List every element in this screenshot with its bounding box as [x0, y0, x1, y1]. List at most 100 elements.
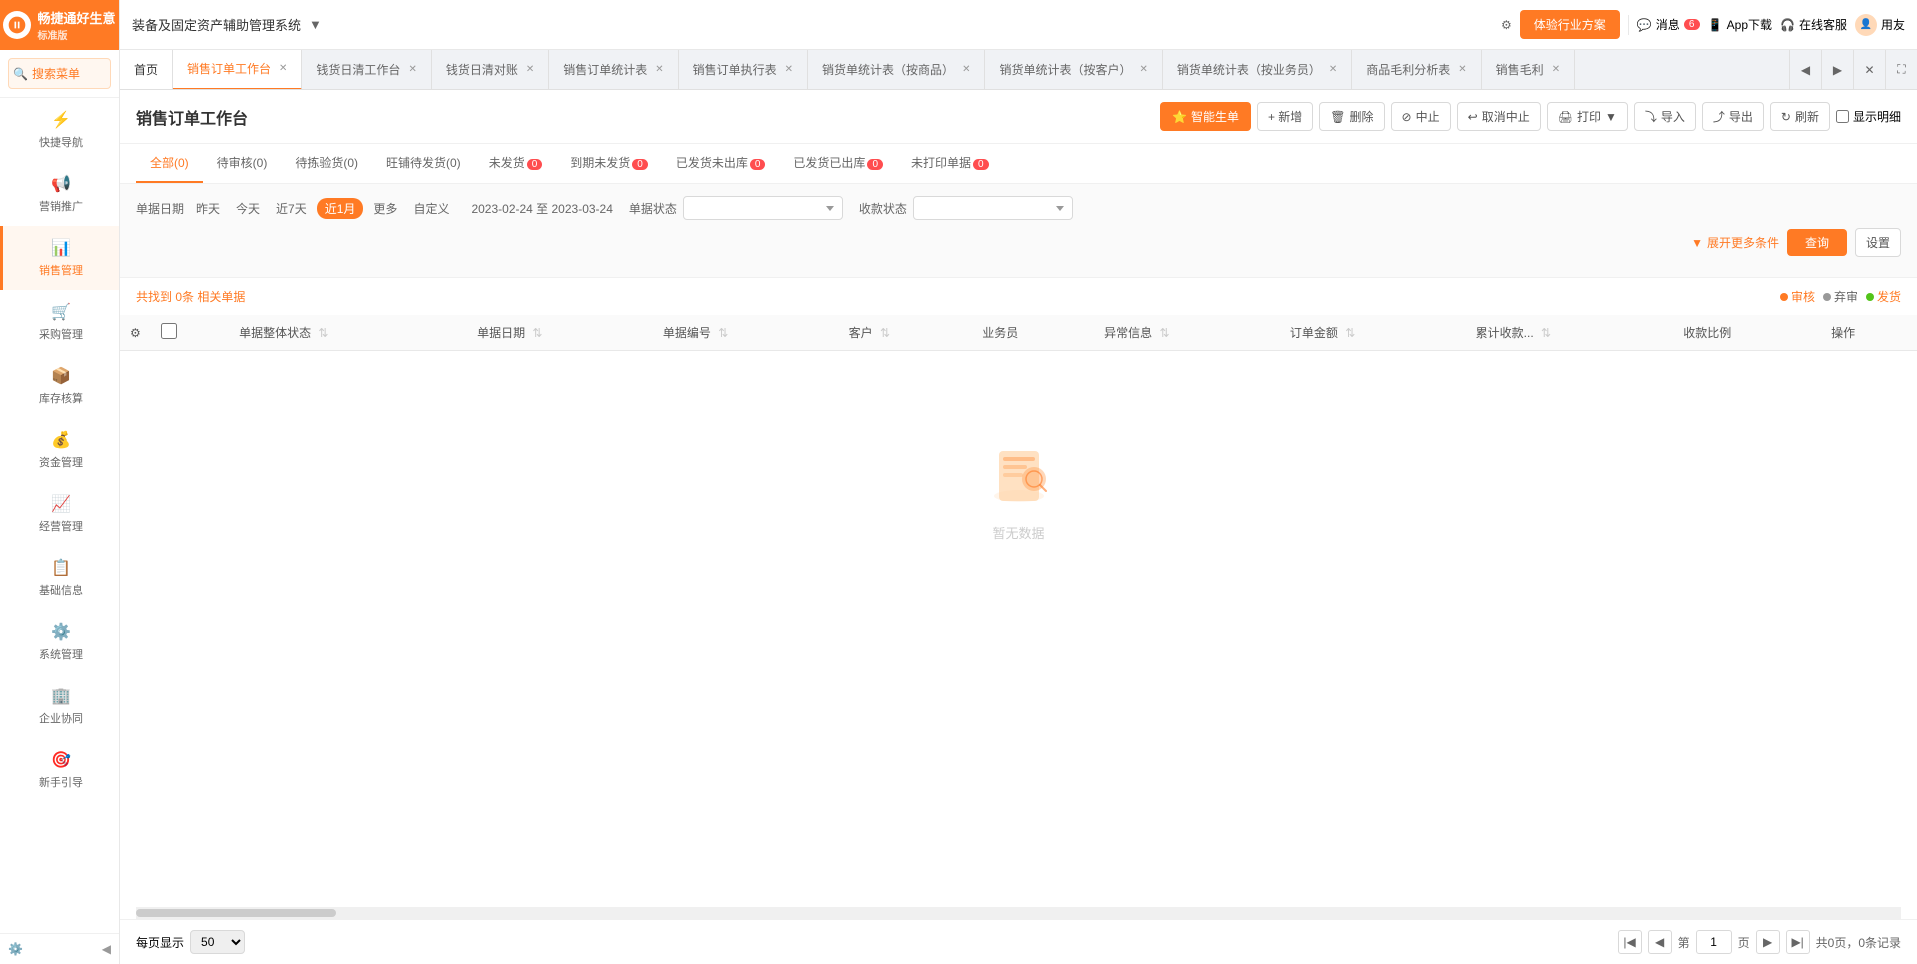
sidebar-item-operations[interactable]: 📈 经营管理 [0, 482, 119, 546]
import-btn[interactable]: ⤵ 导入 [1634, 102, 1696, 131]
tab-sales-exec[interactable]: 销售订单执行表 ✕ [679, 50, 808, 90]
finance-icon: 💰 [51, 430, 71, 450]
date-today-btn[interactable]: 今天 [230, 198, 266, 219]
ship-action-btn[interactable]: 发货 [1866, 288, 1901, 305]
subtab-shipped-warehoused[interactable]: 已发货已出库0 [779, 144, 897, 183]
select-all-checkbox[interactable] [161, 323, 177, 339]
tab-sales-by-salesman[interactable]: 销货单统计表（按业务员） ✕ [1163, 50, 1352, 90]
tab-close-icon-4[interactable]: ✕ [655, 64, 663, 75]
sidebar-item-enterprise[interactable]: 🏢 企业协同 [0, 674, 119, 738]
tab-sales-by-product[interactable]: 销货单统计表（按商品） ✕ [808, 50, 985, 90]
gear-icon[interactable]: ⚙ [130, 326, 141, 340]
app-download-action[interactable]: 📱 App下载 [1708, 16, 1772, 33]
tab-close-all-btn[interactable]: ✕ [1853, 50, 1885, 90]
collection-select[interactable] [913, 196, 1073, 220]
tab-close-icon[interactable]: ✕ [279, 63, 287, 74]
add-btn[interactable]: + 新增 [1257, 102, 1313, 131]
subtab-unprinted[interactable]: 未打印单据0 [897, 144, 1003, 183]
sort-date-icon[interactable]: ⇅ [532, 326, 542, 340]
horizontal-scrollbar[interactable] [136, 907, 1901, 919]
sidebar-item-guide[interactable]: 🎯 新手引导 [0, 738, 119, 802]
subtab-overdue-unshipped[interactable]: 到期未发货0 [556, 144, 662, 183]
tab-close-icon-7[interactable]: ✕ [1139, 64, 1147, 75]
tab-product-margin[interactable]: 商品毛利分析表 ✕ [1352, 50, 1481, 90]
sidebar-item-finance[interactable]: 💰 资金管理 [0, 418, 119, 482]
settings-gear-icon[interactable]: ⚙ [1501, 18, 1512, 32]
tab-close-icon-2[interactable]: ✕ [408, 64, 416, 75]
sidebar-item-basic[interactable]: 📋 基础信息 [0, 546, 119, 610]
unreviewed-action-btn[interactable]: 弃审 [1823, 288, 1858, 305]
sidebar-item-inventory[interactable]: 📦 库存核算 [0, 354, 119, 418]
sidebar-item-marketing[interactable]: 📢 营销推广 [0, 162, 119, 226]
page-last-btn[interactable]: ▶| [1786, 930, 1810, 954]
tab-fullscreen-btn[interactable]: ⛶ [1885, 50, 1917, 90]
message-action[interactable]: 💬 消息 6 [1637, 16, 1700, 33]
page-first-btn[interactable]: |◀ [1618, 930, 1642, 954]
tab-close-icon-3[interactable]: ✕ [526, 64, 534, 75]
date-more-btn[interactable]: 更多 [367, 198, 403, 219]
review-action-btn[interactable]: 审核 [1780, 288, 1815, 305]
stop-btn[interactable]: ⊘ 中止 [1391, 102, 1451, 131]
page-prev-btn[interactable]: ◀ [1648, 930, 1672, 954]
page-next-btn[interactable]: ▶ [1756, 930, 1780, 954]
tab-sales-by-customer[interactable]: 销货单统计表（按客户） ✕ [985, 50, 1162, 90]
system-dropdown-icon[interactable]: ▼ [309, 17, 322, 32]
subtab-shipped-not-warehoused[interactable]: 已发货未出库0 [662, 144, 780, 183]
filter-settings-btn[interactable]: 设置 [1855, 228, 1901, 257]
status-select[interactable] [683, 196, 843, 220]
sidebar-item-quick-nav[interactable]: ⚡ 快捷导航 [0, 98, 119, 162]
sidebar-item-sales[interactable]: 📊 销售管理 [0, 226, 119, 290]
refresh-btn[interactable]: ↻ 刷新 [1770, 102, 1830, 131]
page-number-input[interactable] [1696, 930, 1732, 954]
print-btn[interactable]: 🖨 打印 ▼ [1547, 102, 1628, 131]
sort-amount-icon[interactable]: ⇅ [1345, 326, 1355, 340]
sidebar-collapse-icon[interactable]: ◀ [102, 942, 111, 956]
subtab-pending-review[interactable]: 待审核(0) [203, 144, 282, 183]
search-menu-button[interactable]: 🔍 搜索菜单 [8, 58, 111, 89]
cancel-stop-btn[interactable]: ↩ 取消中止 [1457, 102, 1541, 131]
subtab-pending-check[interactable]: 待拣验货(0) [281, 144, 372, 183]
tab-close-icon-9[interactable]: ✕ [1458, 64, 1466, 75]
tab-close-icon-8[interactable]: ✕ [1329, 64, 1337, 75]
tab-close-icon-6[interactable]: ✕ [962, 64, 970, 75]
tab-prev-btn[interactable]: ◀ [1789, 50, 1821, 90]
tab-sales-stats[interactable]: 销售订单统计表 ✕ [549, 50, 678, 90]
tab-sales-order-workbench[interactable]: 销售订单工作台 ✕ [173, 50, 302, 90]
data-table: ⚙ 单据整体状态 ⇅ 单据日期 ⇅ [120, 315, 1917, 622]
tab-cash-reconciliation[interactable]: 钱货日清对账 ✕ [432, 50, 549, 90]
date-yesterday-btn[interactable]: 昨天 [190, 198, 226, 219]
sort-exception-icon[interactable]: ⇅ [1159, 326, 1169, 340]
date-custom-btn[interactable]: 自定义 [407, 198, 455, 219]
subtab-wangpu-ship[interactable]: 旺铺待发货(0) [372, 144, 475, 183]
tab-sales-margin[interactable]: 销售毛利 ✕ [1482, 50, 1575, 90]
tab-cash-daily-workbench[interactable]: 钱货日清工作台 ✕ [302, 50, 431, 90]
sort-status-icon[interactable]: ⇅ [318, 326, 328, 340]
tab-close-icon-10[interactable]: ✕ [1552, 64, 1560, 75]
scrollbar-thumb[interactable] [136, 909, 336, 917]
subtab-unshipped[interactable]: 未发货0 [475, 144, 557, 183]
industry-btn[interactable]: 体验行业方案 [1520, 10, 1620, 39]
sort-number-icon[interactable]: ⇅ [718, 326, 728, 340]
date-quick-options: 昨天 今天 近7天 近1月 更多 自定义 [190, 198, 455, 219]
delete-btn[interactable]: 🗑 删除 [1319, 102, 1384, 131]
export-btn[interactable]: ⤴ 导出 [1702, 102, 1764, 131]
tab-home[interactable]: 首页 [120, 50, 173, 90]
smart-create-btn[interactable]: ⭐ 智能生单 [1160, 102, 1251, 131]
page-size-select[interactable]: 50 10 20 100 [190, 930, 245, 954]
subtab-all[interactable]: 全部(0) [136, 144, 203, 183]
date-1month-btn[interactable]: 近1月 [317, 198, 364, 219]
tab-close-icon-5[interactable]: ✕ [785, 64, 793, 75]
sort-customer-icon[interactable]: ⇅ [880, 326, 890, 340]
sidebar-item-system[interactable]: ⚙️ 系统管理 [0, 610, 119, 674]
date-7days-btn[interactable]: 近7天 [270, 198, 313, 219]
sidebar-item-purchase[interactable]: 🛒 采购管理 [0, 290, 119, 354]
show-detail-checkbox[interactable] [1836, 110, 1849, 123]
user-action[interactable]: 👤 用友 [1855, 14, 1905, 36]
expand-conditions-btn[interactable]: ▼ 展开更多条件 [1691, 234, 1779, 251]
show-detail-label[interactable]: 显示明细 [1836, 108, 1901, 125]
sidebar-settings-icon[interactable]: ⚙️ [8, 942, 23, 956]
sort-collected-icon[interactable]: ⇅ [1541, 326, 1551, 340]
online-support-action[interactable]: 🎧 在线客服 [1780, 16, 1847, 33]
query-btn[interactable]: 查询 [1787, 229, 1847, 256]
tab-next-btn[interactable]: ▶ [1821, 50, 1853, 90]
